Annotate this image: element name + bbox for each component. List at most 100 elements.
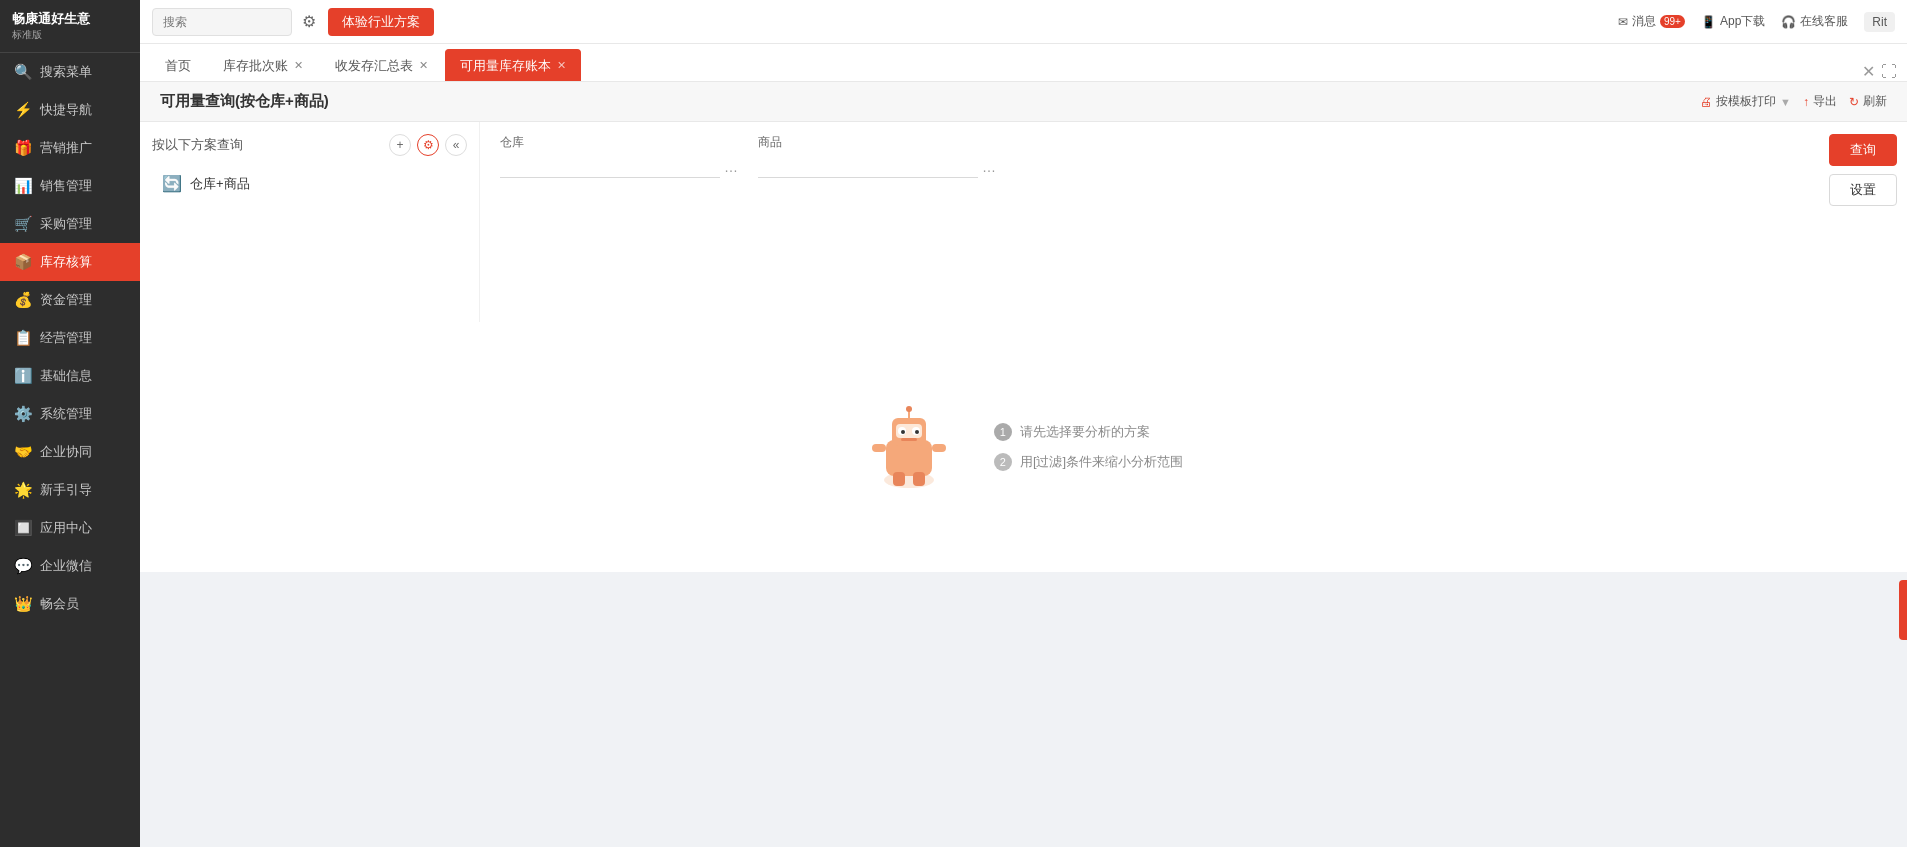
add-scheme-btn[interactable]: + [389, 134, 411, 156]
sidebar-item-sales[interactable]: 📊 销售管理 [0, 167, 140, 205]
service-label: 在线客服 [1800, 13, 1848, 30]
headset-icon: 🎧 [1781, 15, 1796, 29]
svg-rect-8 [901, 438, 917, 441]
print-btn[interactable]: 🖨 按模板打印 ▼ [1700, 93, 1791, 110]
sidebar-label-newbie: 新手引导 [40, 481, 92, 499]
export-btn[interactable]: ↑ 导出 [1803, 93, 1837, 110]
sidebar-label-operations: 经营管理 [40, 329, 92, 347]
sidebar-item-member[interactable]: 👑 畅会员 [0, 585, 140, 623]
sidebar-label-basic: 基础信息 [40, 367, 92, 385]
sidebar-item-appcenter[interactable]: 🔲 应用中心 [0, 509, 140, 547]
query-left: 按以下方案查询 + ⚙ « 🔄 仓库+商品 [140, 122, 480, 322]
collapse-scheme-btn[interactable]: « [445, 134, 467, 156]
query-settings-btn[interactable]: 设置 [1829, 174, 1897, 206]
query-actions: 查询 设置 [1819, 122, 1907, 322]
purchase-icon: 🛒 [14, 215, 32, 233]
settings-scheme-btn[interactable]: ⚙ [417, 134, 439, 156]
scheme-item-label: 仓库+商品 [190, 175, 250, 193]
product-input-group: … [758, 155, 996, 178]
page-header-actions: 🖨 按模板打印 ▼ ↑ 导出 ↻ 刷新 [1700, 93, 1887, 110]
industry-btn[interactable]: 体验行业方案 [328, 8, 434, 36]
sidebar-label-enterprise: 企业协同 [40, 443, 92, 461]
warehouse-label: 仓库 [500, 134, 738, 151]
tab-expand-icon[interactable]: ⛶ [1881, 63, 1897, 81]
user-avatar[interactable]: Rit [1864, 12, 1895, 32]
sidebar-label-quicknav: 快捷导航 [40, 101, 92, 119]
tab-summary-close[interactable]: ✕ [419, 59, 428, 72]
service-btn[interactable]: 🎧 在线客服 [1781, 13, 1848, 30]
empty-tips: 1 请先选择要分析的方案 2 用[过滤]条件来缩小分析范围 [994, 423, 1183, 471]
member-icon: 👑 [14, 595, 32, 613]
tab-available[interactable]: 可用量库存账本 ✕ [445, 49, 581, 81]
finance-icon: 💰 [14, 291, 32, 309]
message-btn[interactable]: ✉ 消息 99+ [1618, 13, 1685, 30]
print-label: 按模板打印 [1716, 93, 1776, 110]
sidebar-item-newbie[interactable]: 🌟 新手引导 [0, 471, 140, 509]
topbar-search-area: ⚙ [152, 8, 320, 36]
empty-robot-illustration [864, 402, 954, 492]
marketing-icon: 🎁 [14, 139, 32, 157]
app-name: 畅康通好生意 [12, 10, 128, 28]
sidebar-item-finance[interactable]: 💰 资金管理 [0, 281, 140, 319]
print-dropdown-icon[interactable]: ▼ [1780, 96, 1791, 108]
sidebar-scroll: 🔍 搜索菜单 ⚡ 快捷导航 🎁 营销推广 📊 销售管理 🛒 采购管理 📦 库存核… [0, 53, 140, 847]
product-field: 商品 … [758, 134, 996, 178]
sidebar-item-operations[interactable]: 📋 经营管理 [0, 319, 140, 357]
sidebar-item-search[interactable]: 🔍 搜索菜单 [0, 53, 140, 91]
page-header: 可用量查询(按仓库+商品) 🖨 按模板打印 ▼ ↑ 导出 ↻ 刷新 [140, 82, 1907, 122]
sidebar-label-marketing: 营销推广 [40, 139, 92, 157]
topbar-search-input[interactable] [152, 8, 292, 36]
sidebar-label-finance: 资金管理 [40, 291, 92, 309]
tab-close-all-icon[interactable]: ✕ [1862, 62, 1875, 81]
product-more-btn[interactable]: … [982, 159, 996, 175]
empty-tip-2: 2 用[过滤]条件来缩小分析范围 [994, 453, 1183, 471]
tip-num-2: 2 [994, 453, 1012, 471]
sidebar-item-inventory[interactable]: 📦 库存核算 [0, 243, 140, 281]
tip-text-1: 请先选择要分析的方案 [1020, 423, 1150, 441]
tab-batch[interactable]: 库存批次账 ✕ [208, 49, 318, 81]
sidebar-label-purchase: 采购管理 [40, 215, 92, 233]
sidebar-item-quicknav[interactable]: ⚡ 快捷导航 [0, 91, 140, 129]
sidebar-item-purchase[interactable]: 🛒 采购管理 [0, 205, 140, 243]
tab-available-close[interactable]: ✕ [557, 59, 566, 72]
warehouse-input[interactable] [500, 155, 720, 178]
tip-num-1: 1 [994, 423, 1012, 441]
sidebar-label-member: 畅会员 [40, 595, 79, 613]
scheme-item-warehouse[interactable]: 🔄 仓库+商品 [152, 166, 467, 201]
tabs-bar: 首页 库存批次账 ✕ 收发存汇总表 ✕ 可用量库存账本 ✕ ✕ ⛶ [140, 44, 1907, 82]
tab-batch-close[interactable]: ✕ [294, 59, 303, 72]
app-download-btn[interactable]: 📱 App下载 [1701, 13, 1765, 30]
svg-rect-10 [932, 444, 946, 452]
sidebar-item-system[interactable]: ⚙️ 系统管理 [0, 395, 140, 433]
tab-home[interactable]: 首页 [150, 49, 206, 81]
empty-tip-1: 1 请先选择要分析的方案 [994, 423, 1183, 441]
query-right-area: 仓库 … 商品 … [480, 122, 1907, 322]
query-submit-btn[interactable]: 查询 [1829, 134, 1897, 166]
tab-summary[interactable]: 收发存汇总表 ✕ [320, 49, 443, 81]
sidebar-item-basic[interactable]: ℹ️ 基础信息 [0, 357, 140, 395]
message-label: 消息 [1632, 13, 1656, 30]
tab-available-label: 可用量库存账本 [460, 57, 551, 75]
refresh-icon: ↻ [1849, 95, 1859, 109]
refresh-btn[interactable]: ↻ 刷新 [1849, 93, 1887, 110]
sidebar-item-marketing[interactable]: 🎁 营销推广 [0, 129, 140, 167]
operations-icon: 📋 [14, 329, 32, 347]
appcenter-icon: 🔲 [14, 519, 32, 537]
tab-batch-label: 库存批次账 [223, 57, 288, 75]
warehouse-more-btn[interactable]: … [724, 159, 738, 175]
query-left-header: 按以下方案查询 + ⚙ « [152, 134, 467, 156]
quick-nav-icon: ⚡ [14, 101, 32, 119]
query-fields-row: 仓库 … 商品 … [500, 134, 1799, 178]
svg-rect-9 [872, 444, 886, 452]
page-content: 可用量查询(按仓库+商品) 🖨 按模板打印 ▼ ↑ 导出 ↻ 刷新 [140, 82, 1907, 847]
svg-point-14 [906, 406, 912, 412]
topbar: ⚙ 体验行业方案 ✉ 消息 99+ 📱 App下载 🎧 在线客服 Rit [140, 0, 1907, 44]
product-input[interactable] [758, 155, 978, 178]
right-scroll-indicator[interactable] [1899, 580, 1907, 640]
main-area: ⚙ 体验行业方案 ✉ 消息 99+ 📱 App下载 🎧 在线客服 Rit 首页 [140, 0, 1907, 847]
svg-point-7 [915, 430, 919, 434]
sidebar-item-enterprise[interactable]: 🤝 企业协同 [0, 433, 140, 471]
app-logo: 畅康通好生意 标准版 [0, 0, 140, 53]
settings-icon[interactable]: ⚙ [298, 8, 320, 35]
sidebar-item-wechat[interactable]: 💬 企业微信 [0, 547, 140, 585]
